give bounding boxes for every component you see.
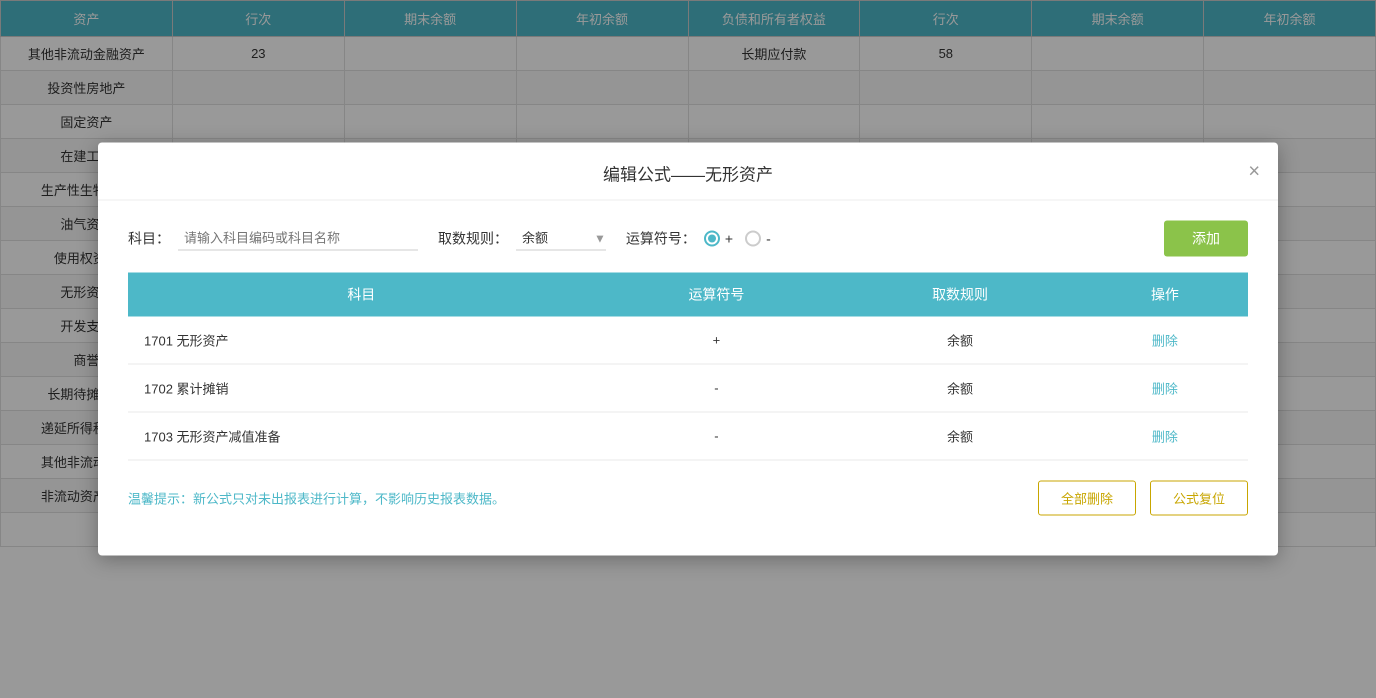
cell-rule: 余额 bbox=[838, 412, 1082, 460]
delete-row-button[interactable]: 删除 bbox=[1152, 379, 1178, 398]
rule-label: 取数规则： bbox=[438, 229, 508, 249]
rule-select[interactable]: 余额 借方发生额 贷方发生额 bbox=[516, 227, 606, 251]
table-row: 1703 无形资产减值准备-余额 删除 bbox=[128, 412, 1248, 460]
operator-plus-label: + bbox=[725, 231, 733, 247]
cell-rule: 余额 bbox=[838, 364, 1082, 412]
table-header-row: 科目 运算符号 取数规则 操作 bbox=[128, 273, 1248, 317]
rule-group: 取数规则： 余额 借方发生额 贷方发生额 ▼ bbox=[438, 227, 606, 251]
modal-footer: 温馨提示：新公式只对未出报表进行计算，不影响历史报表数据。 全部删除 公式复位 bbox=[98, 461, 1278, 526]
subject-group: 科目： bbox=[128, 227, 418, 251]
cell-action: 删除 bbox=[1082, 412, 1248, 460]
cell-action: 删除 bbox=[1082, 364, 1248, 412]
delete-row-button[interactable]: 删除 bbox=[1152, 427, 1178, 446]
warning-text: 温馨提示：新公式只对未出报表进行计算，不影响历史报表数据。 bbox=[128, 489, 505, 508]
table-row: 1702 累计摊销-余额 删除 bbox=[128, 364, 1248, 412]
formula-form: 科目： 取数规则： 余额 借方发生额 贷方发生额 ▼ 运算符号： + bbox=[98, 201, 1278, 273]
bottom-buttons: 全部删除 公式复位 bbox=[1038, 481, 1248, 516]
add-button[interactable]: 添加 bbox=[1164, 221, 1248, 257]
modal-title: 编辑公式——无形资产 bbox=[603, 161, 773, 186]
cell-rule: 余额 bbox=[838, 317, 1082, 365]
cell-subject: 1701 无形资产 bbox=[128, 317, 595, 365]
edit-formula-modal: 编辑公式——无形资产 × 科目： 取数规则： 余额 借方发生额 贷方发生额 ▼ … bbox=[98, 143, 1278, 556]
operator-group: 运算符号： + - bbox=[626, 229, 771, 249]
operator-radio-group: + - bbox=[704, 231, 771, 247]
th-rule: 取数规则 bbox=[838, 273, 1082, 317]
subject-label: 科目： bbox=[128, 229, 170, 249]
operator-label: 运算符号： bbox=[626, 229, 696, 249]
th-subject: 科目 bbox=[128, 273, 595, 317]
cell-action: 删除 bbox=[1082, 317, 1248, 365]
operator-minus-item[interactable]: - bbox=[745, 231, 771, 247]
rule-select-wrapper: 余额 借方发生额 贷方发生额 ▼ bbox=[516, 227, 606, 251]
delete-row-button[interactable]: 删除 bbox=[1152, 331, 1178, 350]
operator-minus-label: - bbox=[766, 231, 771, 247]
modal-header: 编辑公式——无形资产 × bbox=[98, 143, 1278, 201]
th-operator: 运算符号 bbox=[595, 273, 839, 317]
operator-plus-item[interactable]: + bbox=[704, 231, 733, 247]
formula-table-wrapper: 科目 运算符号 取数规则 操作 1701 无形资产+余额删除1702 累计摊销-… bbox=[98, 273, 1278, 461]
cell-subject: 1703 无形资产减值准备 bbox=[128, 412, 595, 460]
cell-operator: + bbox=[595, 317, 839, 365]
reset-formula-button[interactable]: 公式复位 bbox=[1150, 481, 1248, 516]
formula-table: 科目 运算符号 取数规则 操作 1701 无形资产+余额删除1702 累计摊销-… bbox=[128, 273, 1248, 461]
cell-operator: - bbox=[595, 412, 839, 460]
subject-input[interactable] bbox=[178, 227, 418, 251]
operator-plus-radio[interactable] bbox=[704, 231, 720, 247]
table-row: 1701 无形资产+余额 删除 bbox=[128, 317, 1248, 365]
cell-subject: 1702 累计摊销 bbox=[128, 364, 595, 412]
delete-all-button[interactable]: 全部删除 bbox=[1038, 481, 1136, 516]
modal-close-button[interactable]: × bbox=[1248, 161, 1260, 181]
th-action: 操作 bbox=[1082, 273, 1248, 317]
operator-minus-radio[interactable] bbox=[745, 231, 761, 247]
cell-operator: - bbox=[595, 364, 839, 412]
